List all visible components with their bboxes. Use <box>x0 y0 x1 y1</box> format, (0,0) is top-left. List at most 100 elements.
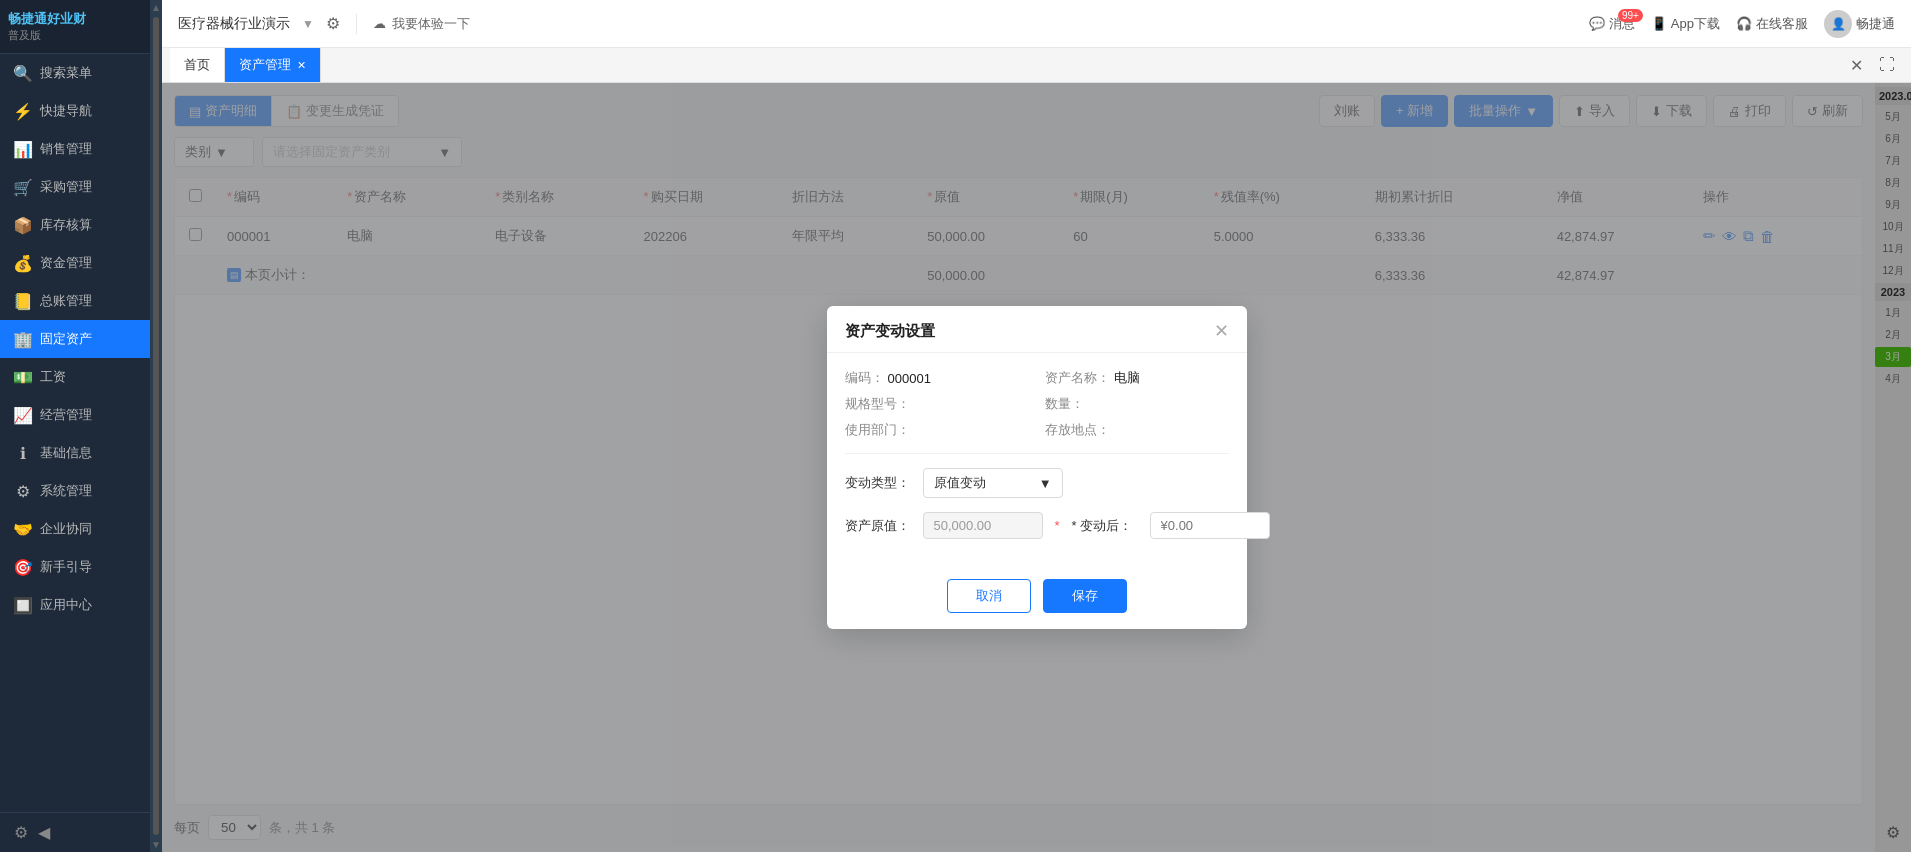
sidebar-item-label: 企业协同 <box>40 520 92 538</box>
app-center-icon: 🔲 <box>14 596 32 614</box>
sidebar-item-label: 采购管理 <box>40 178 92 196</box>
app-download-btn[interactable]: 📱 App下载 <box>1651 15 1720 33</box>
sidebar-item-label: 新手引导 <box>40 558 92 576</box>
scroll-down-btn[interactable]: ▼ <box>151 839 161 850</box>
message-badge: 99+ <box>1618 9 1643 22</box>
sidebar-item-label: 系统管理 <box>40 482 92 500</box>
app-edition: 普及版 <box>8 28 86 43</box>
modal-change-type-row: 变动类型： 原值变动 ▼ <box>845 468 1229 498</box>
modal-header: 资产变动设置 ✕ <box>827 306 1247 353</box>
tab-expand-btn[interactable]: ⛶ <box>1875 52 1899 78</box>
search-icon: 🔍 <box>14 64 32 82</box>
sidebar-item-label: 快捷导航 <box>40 102 92 120</box>
sidebar-footer: ⚙ ◀ <box>0 812 150 852</box>
change-type-select[interactable]: 原值变动 ▼ <box>923 468 1063 498</box>
customer-service-btn[interactable]: 🎧 在线客服 <box>1736 15 1808 33</box>
sidebar-item-label: 应用中心 <box>40 596 92 614</box>
sidebar-item-operations[interactable]: 📈 经营管理 <box>0 396 150 434</box>
tab-asset-management[interactable]: 资产管理 ✕ <box>225 48 321 82</box>
topbar-settings-icon[interactable]: ⚙ <box>326 14 340 33</box>
sidebar-item-search[interactable]: 🔍 搜索菜单 <box>0 54 150 92</box>
message-btn[interactable]: 💬 消息 99+ <box>1589 15 1635 33</box>
sidebar-item-label: 经营管理 <box>40 406 92 424</box>
sidebar-item-sales[interactable]: 📊销售管理 <box>0 130 150 168</box>
sidebar-item-label: 资金管理 <box>40 254 92 272</box>
inventory-icon: 📦 <box>14 216 32 234</box>
modal-dept-item: 使用部门： <box>845 421 1029 439</box>
sidebar-item-label: 库存核算 <box>40 216 92 234</box>
user-menu[interactable]: 👤 畅捷通 <box>1824 10 1895 38</box>
original-value-label: 资产原值： <box>845 517 915 535</box>
modal-body: 编码： 000001 资产名称： 电脑 规格型号： 数量： <box>827 353 1247 569</box>
basic-info-icon: ℹ <box>14 444 32 462</box>
dropdown-arrow-icon[interactable]: ▼ <box>302 17 314 31</box>
modal-location-item: 存放地点： <box>1045 421 1229 439</box>
tab-home[interactable]: 首页 <box>170 48 225 82</box>
scroll-thumb <box>153 17 159 835</box>
tab-close-btn[interactable]: ✕ <box>1846 52 1867 79</box>
after-change-input[interactable] <box>1150 512 1270 539</box>
phone-icon: 📱 <box>1651 16 1667 31</box>
topbar: 医疗器械行业演示 ▼ ⚙ ☁ 我要体验一下 💬 消息 99+ 📱 App下载 🎧… <box>162 0 1911 48</box>
modal-footer: 取消 保存 <box>827 569 1247 629</box>
sidebar-scrollbar: ▲ ▼ <box>150 0 162 852</box>
quick-nav-icon: ⚡ <box>14 102 32 120</box>
avatar: 👤 <box>1824 10 1852 38</box>
sidebar-item-label: 总账管理 <box>40 292 92 310</box>
cancel-button[interactable]: 取消 <box>947 579 1031 613</box>
modal-code-item: 编码： 000001 <box>845 369 1029 387</box>
experience-btn[interactable]: ☁ 我要体验一下 <box>373 15 470 33</box>
original-value-input <box>923 512 1043 539</box>
collapse-icon[interactable]: ◀ <box>38 823 50 842</box>
modal-overlay: 资产变动设置 ✕ 编码： 000001 资产名称： 电脑 <box>162 83 1911 852</box>
operations-icon: 📈 <box>14 406 32 424</box>
sidebar-item-guide[interactable]: 🎯新手引导 <box>0 548 150 586</box>
system-icon: ⚙ <box>14 482 32 500</box>
chevron-down-icon: ▼ <box>1039 476 1052 491</box>
sidebar-item-basic-info[interactable]: ℹ基础信息 <box>0 434 150 472</box>
modal-info-grid: 编码： 000001 资产名称： 电脑 规格型号： 数量： <box>845 369 1229 439</box>
capital-icon: 💰 <box>14 254 32 272</box>
asset-change-modal: 资产变动设置 ✕ 编码： 000001 资产名称： 电脑 <box>827 306 1247 629</box>
sidebar-item-label: 搜索菜单 <box>40 64 92 82</box>
fixed-assets-icon: 🏢 <box>14 330 32 348</box>
sidebar-item-payroll[interactable]: 💵工资 <box>0 358 150 396</box>
modal-quantity-item: 数量： <box>1045 395 1229 413</box>
sidebar-item-quick-nav[interactable]: ⚡ 快捷导航 <box>0 92 150 130</box>
modal-name-item: 资产名称： 电脑 <box>1045 369 1229 387</box>
settings-icon[interactable]: ⚙ <box>14 823 28 842</box>
tabbar: 首页 资产管理 ✕ ✕ ⛶ <box>162 48 1911 83</box>
purchase-icon: 🛒 <box>14 178 32 196</box>
tab-home-label: 首页 <box>184 56 210 74</box>
change-type-label: 变动类型： <box>845 474 915 492</box>
sidebar-item-label: 固定资产 <box>40 330 92 348</box>
sidebar: 畅捷通好业财 普及版 🔍搜索菜单⚡快捷导航📊销售管理🛒采购管理📦库存核算💰资金管… <box>0 0 150 852</box>
sidebar-item-inventory[interactable]: 📦 库存核算 <box>0 206 150 244</box>
company-name: 医疗器械行业演示 <box>178 15 290 33</box>
service-icon: 🎧 <box>1736 16 1752 31</box>
sidebar-item-cooperation[interactable]: 🤝企业协同 <box>0 510 150 548</box>
save-button[interactable]: 保存 <box>1043 579 1127 613</box>
modal-spec-item: 规格型号： <box>845 395 1029 413</box>
sidebar-item-app-center[interactable]: 🔲 应用中心 <box>0 586 150 624</box>
sidebar-item-capital[interactable]: 💰 资金管理 <box>0 244 150 282</box>
message-icon: 💬 <box>1589 16 1605 31</box>
sidebar-item-system[interactable]: ⚙ 系统管理 <box>0 472 150 510</box>
sidebar-item-label: 工资 <box>40 368 66 386</box>
scroll-up-btn[interactable]: ▲ <box>151 2 161 13</box>
after-change-label: * 变动后： <box>1072 517 1142 535</box>
sidebar-scroll: 🔍 搜索菜单 ⚡ 快捷导航 📊销售管理 🛒 采购管理 📦 库存核算 💰 资金管理 📒总账管理 🏢 固定资产… <box>0 54 150 812</box>
sidebar-item-label: 销售管理 <box>40 140 92 158</box>
username-label: 畅捷通 <box>1856 15 1895 33</box>
main-area: 医疗器械行业演示 ▼ ⚙ ☁ 我要体验一下 💬 消息 99+ 📱 App下载 🎧… <box>162 0 1911 852</box>
sidebar-item-fixed-assets[interactable]: 🏢 固定资产 <box>0 320 150 358</box>
divider <box>356 14 357 34</box>
topbar-right: 💬 消息 99+ 📱 App下载 🎧 在线客服 👤 畅捷通 <box>1589 10 1895 38</box>
tab-asset-management-label: 资产管理 <box>239 56 291 74</box>
modal-close-btn[interactable]: ✕ <box>1214 320 1229 342</box>
sidebar-item-purchase[interactable]: 🛒 采购管理 <box>0 168 150 206</box>
cloud-icon: ☁ <box>373 16 386 31</box>
sidebar-item-ledger[interactable]: 📒总账管理 <box>0 282 150 320</box>
tab-close-icon[interactable]: ✕ <box>297 59 306 72</box>
modal-title: 资产变动设置 <box>845 322 935 341</box>
